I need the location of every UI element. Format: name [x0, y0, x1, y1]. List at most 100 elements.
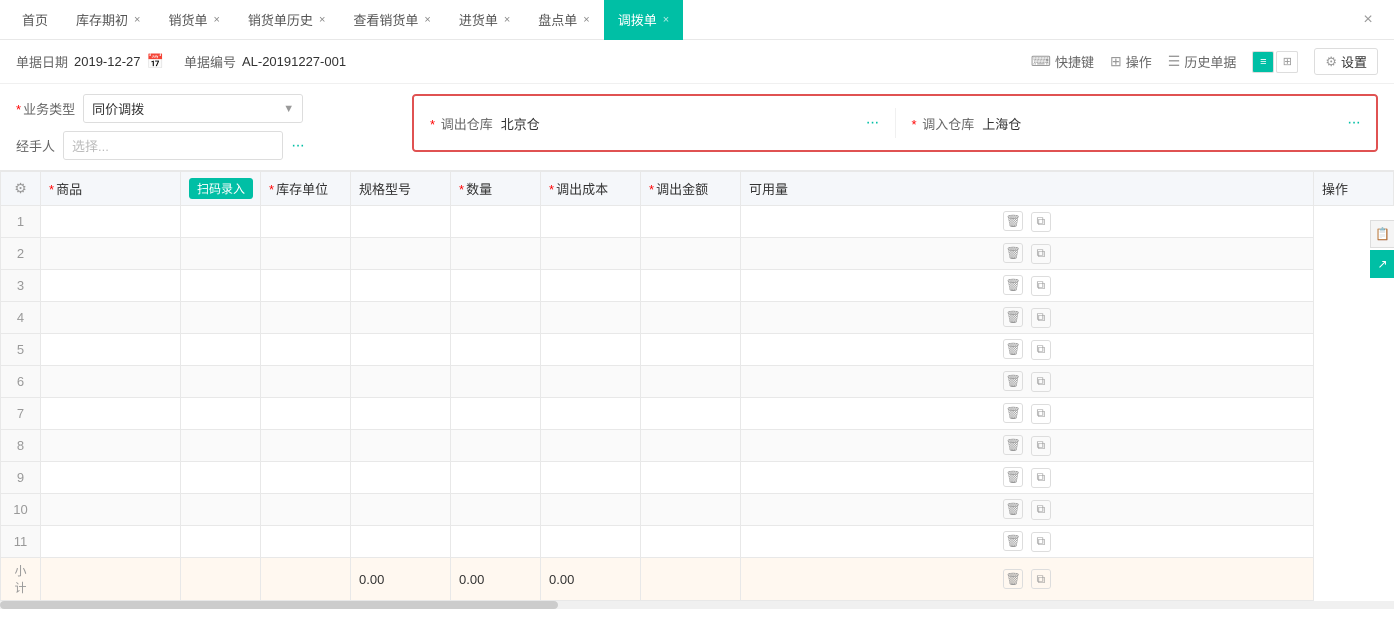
tab-home[interactable]: 首页: [8, 0, 62, 40]
table-gear-header[interactable]: ⚙: [1, 172, 41, 206]
available-cell-11[interactable]: [641, 526, 741, 558]
unit-cell-10[interactable]: [181, 494, 261, 526]
tab-view-sales[interactable]: 查看销货单 ×: [339, 0, 444, 40]
product-cell-5[interactable]: [41, 334, 181, 366]
spec-cell-6[interactable]: [261, 366, 351, 398]
unit-cell-1[interactable]: [181, 206, 261, 238]
delete-icon-3[interactable]: 🗑: [1003, 275, 1023, 295]
business-type-select[interactable]: 同价调拨 ▼: [83, 94, 303, 123]
delete-icon-1[interactable]: 🗑: [1003, 211, 1023, 231]
delete-icon-11[interactable]: 🗑: [1003, 531, 1023, 551]
unit-cell-2[interactable]: [181, 238, 261, 270]
cost-cell-4[interactable]: [451, 302, 541, 334]
copy-icon-6[interactable]: ⧉: [1031, 372, 1051, 392]
available-cell-4[interactable]: [641, 302, 741, 334]
cost-cell-9[interactable]: [451, 462, 541, 494]
delete-icon-8[interactable]: 🗑: [1003, 435, 1023, 455]
qty-cell-9[interactable]: [351, 462, 451, 494]
spec-cell-1[interactable]: [261, 206, 351, 238]
tab-transfer[interactable]: 调拨单 ×: [604, 0, 683, 40]
note-button[interactable]: 📋: [1370, 220, 1394, 248]
tab-purchase-close[interactable]: ×: [504, 14, 510, 26]
product-cell-9[interactable]: [41, 462, 181, 494]
qty-cell-11[interactable]: [351, 526, 451, 558]
product-cell-8[interactable]: [41, 430, 181, 462]
cost-cell-5[interactable]: [451, 334, 541, 366]
amount-cell-1[interactable]: [541, 206, 641, 238]
spec-cell-9[interactable]: [261, 462, 351, 494]
copy-icon-5[interactable]: ⧉: [1031, 340, 1051, 360]
spec-cell-8[interactable]: [261, 430, 351, 462]
available-cell-2[interactable]: [641, 238, 741, 270]
unit-cell-4[interactable]: [181, 302, 261, 334]
delete-icon-4[interactable]: 🗑: [1003, 307, 1023, 327]
amount-cell-9[interactable]: [541, 462, 641, 494]
spec-cell-2[interactable]: [261, 238, 351, 270]
tab-sales-close[interactable]: ×: [213, 14, 219, 26]
copy-icon-4[interactable]: ⧉: [1031, 308, 1051, 328]
amount-cell-8[interactable]: [541, 430, 641, 462]
history-bill-button[interactable]: ☰ 历史单据: [1168, 52, 1237, 71]
amount-cell-5[interactable]: [541, 334, 641, 366]
amount-cell-7[interactable]: [541, 398, 641, 430]
qty-cell-10[interactable]: [351, 494, 451, 526]
subtotal-copy-icon[interactable]: ⧉: [1031, 569, 1051, 589]
amount-cell-6[interactable]: [541, 366, 641, 398]
copy-icon-2[interactable]: ⧉: [1031, 244, 1051, 264]
delete-icon-5[interactable]: 🗑: [1003, 339, 1023, 359]
product-cell-1[interactable]: [41, 206, 181, 238]
tab-transfer-close[interactable]: ×: [663, 14, 669, 26]
cost-cell-1[interactable]: [451, 206, 541, 238]
calendar-icon[interactable]: 📅: [147, 53, 164, 70]
cost-cell-8[interactable]: [451, 430, 541, 462]
tab-purchase[interactable]: 进货单 ×: [445, 0, 524, 40]
copy-icon-1[interactable]: ⧉: [1031, 212, 1051, 232]
product-cell-7[interactable]: [41, 398, 181, 430]
available-cell-7[interactable]: [641, 398, 741, 430]
grid-view-button[interactable]: ⊞: [1276, 51, 1298, 73]
available-cell-8[interactable]: [641, 430, 741, 462]
product-cell-6[interactable]: [41, 366, 181, 398]
unit-cell-9[interactable]: [181, 462, 261, 494]
product-cell-2[interactable]: [41, 238, 181, 270]
copy-icon-3[interactable]: ⧉: [1031, 276, 1051, 296]
available-cell-10[interactable]: [641, 494, 741, 526]
qty-cell-3[interactable]: [351, 270, 451, 302]
qty-cell-1[interactable]: [351, 206, 451, 238]
unit-cell-5[interactable]: [181, 334, 261, 366]
cost-cell-7[interactable]: [451, 398, 541, 430]
spec-cell-11[interactable]: [261, 526, 351, 558]
tab-sales-history-close[interactable]: ×: [319, 14, 325, 26]
amount-cell-2[interactable]: [541, 238, 641, 270]
product-cell-4[interactable]: [41, 302, 181, 334]
list-view-button[interactable]: ≡: [1252, 51, 1274, 73]
manager-select[interactable]: 选择...: [63, 131, 283, 160]
qty-cell-5[interactable]: [351, 334, 451, 366]
copy-icon-9[interactable]: ⧉: [1031, 468, 1051, 488]
scan-button[interactable]: 扫码录入: [189, 178, 253, 199]
qty-cell-7[interactable]: [351, 398, 451, 430]
cost-cell-10[interactable]: [451, 494, 541, 526]
amount-cell-4[interactable]: [541, 302, 641, 334]
spec-cell-3[interactable]: [261, 270, 351, 302]
available-cell-9[interactable]: [641, 462, 741, 494]
unit-cell-3[interactable]: [181, 270, 261, 302]
amount-cell-3[interactable]: [541, 270, 641, 302]
scrollbar-thumb[interactable]: [0, 601, 558, 609]
manager-more-icon[interactable]: ···: [291, 137, 304, 155]
product-cell-3[interactable]: [41, 270, 181, 302]
copy-icon-7[interactable]: ⧉: [1031, 404, 1051, 424]
available-cell-1[interactable]: [641, 206, 741, 238]
qty-cell-8[interactable]: [351, 430, 451, 462]
available-cell-5[interactable]: [641, 334, 741, 366]
tab-sales[interactable]: 销货单 ×: [154, 0, 233, 40]
delete-icon-10[interactable]: 🗑: [1003, 499, 1023, 519]
window-close-button[interactable]: ×: [1350, 2, 1386, 38]
source-warehouse-more-icon[interactable]: ···: [866, 114, 879, 132]
copy-icon-11[interactable]: ⧉: [1031, 532, 1051, 552]
product-cell-11[interactable]: [41, 526, 181, 558]
delete-icon-7[interactable]: 🗑: [1003, 403, 1023, 423]
amount-cell-10[interactable]: [541, 494, 641, 526]
spec-cell-5[interactable]: [261, 334, 351, 366]
amount-cell-11[interactable]: [541, 526, 641, 558]
